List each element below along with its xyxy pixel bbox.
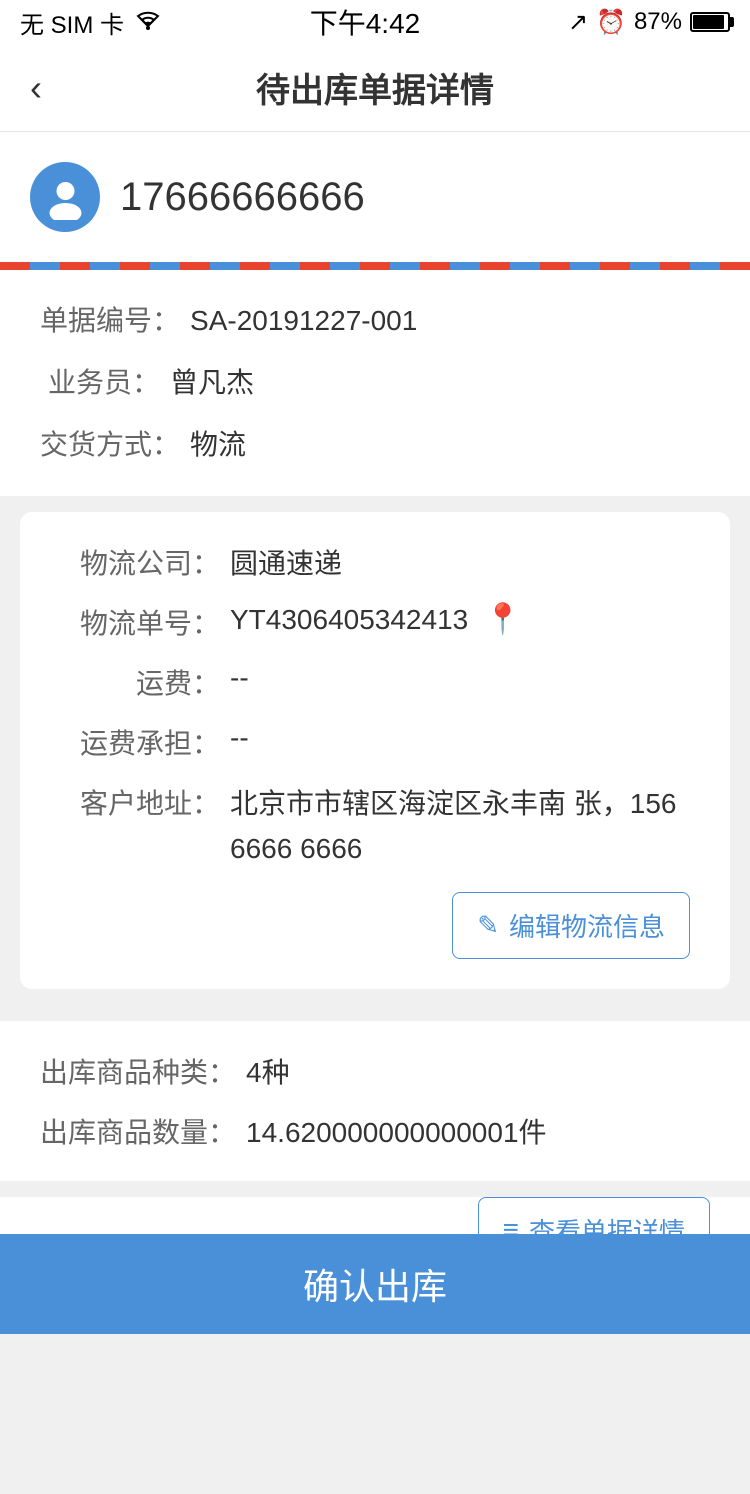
logistics-tracking-row: 物流单号： YT43064053424​13 📍 (60, 602, 690, 642)
wifi-icon (134, 8, 162, 37)
logistics-company-value: 圆通速递 (230, 542, 690, 582)
alarm-icon: ⏰ (596, 8, 626, 37)
back-button[interactable]: ‹ (30, 67, 42, 109)
delivery-value: 物流 (190, 424, 710, 466)
status-right: ↗ ⏰ 87% (568, 8, 730, 37)
edit-logistics-button[interactable]: ✎ 编辑物流信息 (452, 892, 690, 959)
map-pin-icon[interactable]: 📍 (484, 602, 521, 637)
logistics-address-label: 客户地址： (60, 782, 220, 822)
goods-type-label: 出库商品种类： (40, 1051, 236, 1091)
section-divider (0, 1005, 750, 1021)
goods-type-value: 4种 (246, 1051, 290, 1091)
carrier-label: 无 SIM 卡 (20, 5, 124, 40)
nav-bar: ‹ 待出库单据详情 (0, 44, 750, 132)
logistics-address-row: 客户地址： 北京市市辖区海淀区永丰南 张，156 6666 6666 (60, 782, 690, 872)
doc-number-row: 单据编号： SA-20191227-001 (40, 300, 710, 342)
logistics-company-row: 物流公司： 圆通速递 (60, 542, 690, 582)
document-info-section: 单据编号： SA-20191227-001 业务员： 曾凡杰 交货方式： 物流 (0, 270, 750, 496)
doc-number-value: SA-20191227-001 (190, 300, 710, 342)
goods-quantity-value: 14.620000000000001件 (246, 1111, 547, 1151)
location-icon: ↗ (568, 8, 588, 37)
doc-number-label: 单据编号： (40, 300, 180, 342)
logistics-company-label: 物流公司： (60, 542, 220, 582)
dashed-separator (0, 262, 750, 270)
goods-section: 出库商品种类： 4种 出库商品数量： 14.620000000000001件 (0, 1021, 750, 1181)
status-bar: 无 SIM 卡 下午4:42 ↗ ⏰ 87% (0, 0, 750, 44)
confirm-btn-container: 确认出库 (0, 1234, 750, 1334)
edit-btn-wrapper: ✎ 编辑物流信息 (60, 892, 690, 959)
logistics-freight-value: -- (230, 662, 690, 694)
edit-icon: ✎ (477, 910, 499, 941)
logistics-freight-row: 运费： -- (60, 662, 690, 702)
sales-row: 业务员： 曾凡杰 (40, 362, 710, 404)
delivery-label: 交货方式： (40, 424, 180, 466)
customer-phone: 17666666666 (120, 175, 365, 220)
goods-type-row: 出库商品种类： 4种 (40, 1051, 710, 1091)
battery-icon (690, 12, 730, 32)
avatar (30, 162, 100, 232)
logistics-address-value: 北京市市辖区海淀区永丰南 张，156 6666 6666 (230, 782, 690, 872)
logistics-tracking-label: 物流单号： (60, 602, 220, 642)
status-time: 下午4:42 (310, 2, 421, 42)
confirm-button[interactable]: 确认出库 (303, 1258, 447, 1310)
logistics-freight-label: 运费： (60, 662, 220, 702)
logistics-freightbear-value: -- (230, 722, 690, 754)
logistics-freightbear-label: 运费承担： (60, 722, 220, 762)
customer-card: 17666666666 (0, 132, 750, 262)
logistics-tracking-value: YT43064053424​13 📍 (230, 602, 690, 637)
status-left: 无 SIM 卡 (20, 5, 162, 40)
edit-logistics-label: 编辑物流信息 (509, 907, 665, 944)
goods-quantity-row: 出库商品数量： 14.620000000000001件 (40, 1111, 710, 1151)
sales-label: 业务员： (40, 362, 160, 404)
battery-percent: 87% (634, 8, 682, 36)
goods-quantity-label: 出库商品数量： (40, 1111, 236, 1151)
sales-value: 曾凡杰 (170, 362, 710, 404)
logistics-freightbear-row: 运费承担： -- (60, 722, 690, 762)
tracking-number: YT43064053424​13 (230, 604, 468, 636)
logistics-block: 物流公司： 圆通速递 物流单号： YT43064053424​13 📍 运费： … (20, 512, 730, 989)
delivery-row: 交货方式： 物流 (40, 424, 710, 466)
page-title: 待出库单据详情 (256, 63, 494, 112)
